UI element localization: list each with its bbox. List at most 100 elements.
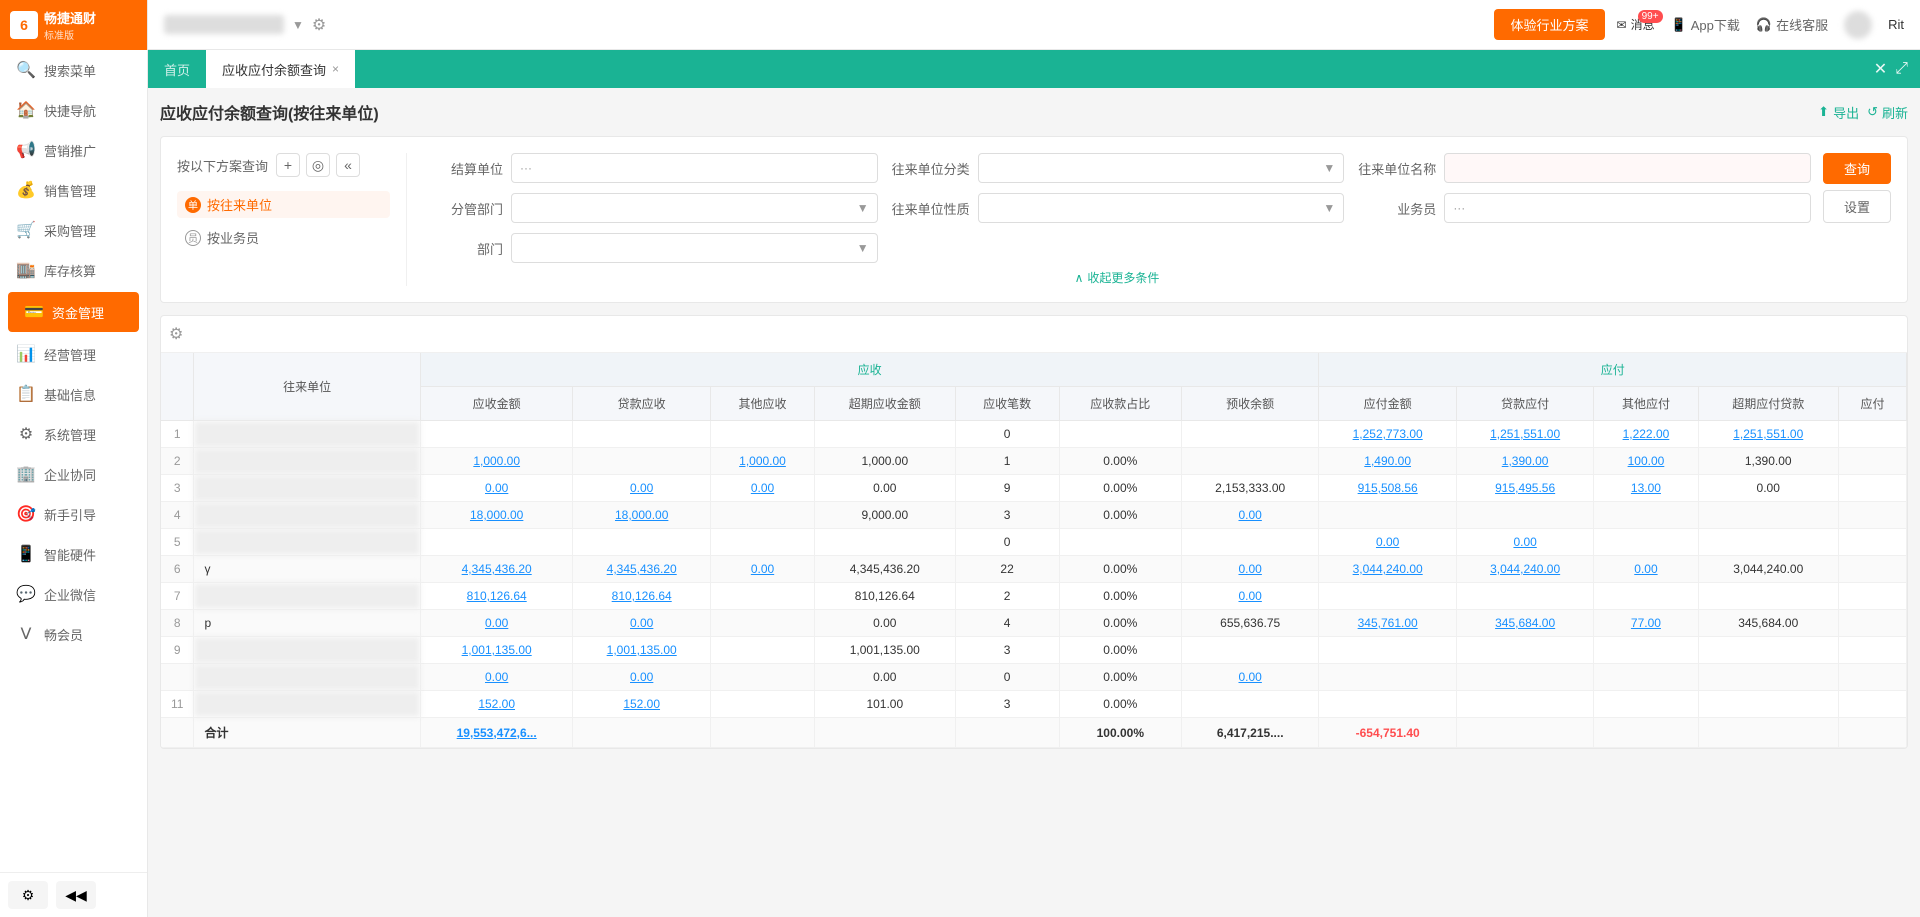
data-table: 往来单位 应收 应付 应收金额 贷款应收 其他应收 超期应收金额 应收笔数 应收… xyxy=(161,353,1907,748)
unit-nature-input[interactable]: ▼ xyxy=(978,193,1345,223)
other-ap[interactable]: 13.00 xyxy=(1594,475,1698,502)
other-ap[interactable]: 77.00 xyxy=(1594,610,1698,637)
sidebar-toggle-button[interactable]: ◀◀ xyxy=(56,881,96,909)
filter-nav-by-salesman[interactable]: 员 按业务员 xyxy=(177,224,390,251)
ap-amount[interactable]: 3,044,240.00 xyxy=(1319,556,1456,583)
prepaid[interactable]: 0.00 xyxy=(1181,556,1318,583)
filter-add-button[interactable]: + xyxy=(276,153,300,177)
sidebar-item-inventory[interactable]: 🏬 库存核算 xyxy=(0,250,147,290)
purchase-icon: 🛒 xyxy=(16,220,36,240)
ar-amount[interactable]: 0.00 xyxy=(420,664,573,691)
unit-name-input[interactable] xyxy=(1444,153,1811,183)
unit-category-input[interactable]: ▼ xyxy=(978,153,1345,183)
loan-ap[interactable]: 1,251,551.00 xyxy=(1456,421,1593,448)
query-button[interactable]: 查询 xyxy=(1823,153,1891,184)
sidebar-item-member[interactable]: Ⅴ 畅会员 xyxy=(0,614,147,654)
tab-query[interactable]: 应收应付余额查询 × xyxy=(206,50,355,88)
sidebar-item-marketing[interactable]: 📢 营销推广 xyxy=(0,130,147,170)
ap-amount[interactable]: 345,761.00 xyxy=(1319,610,1456,637)
ar-amount[interactable]: 1,001,135.00 xyxy=(420,637,573,664)
filter-settings-button[interactable]: ◎ xyxy=(306,153,330,177)
filter-collapse-area: ∧ 收起更多条件 xyxy=(423,269,1811,286)
table-settings-icon[interactable]: ⚙ xyxy=(169,324,183,344)
loan-ar[interactable]: 18,000.00 xyxy=(573,502,710,529)
ap-amount[interactable]: 0.00 xyxy=(1319,529,1456,556)
app-download-button[interactable]: 📱 App下载 xyxy=(1671,15,1740,34)
dept-input[interactable]: ▼ xyxy=(511,233,878,263)
collapse-more-button[interactable]: ∧ 收起更多条件 xyxy=(1075,269,1160,286)
loan-ar[interactable]: 1,001,135.00 xyxy=(573,637,710,664)
total-overdue-ar xyxy=(815,718,955,748)
other-ar[interactable]: 1,000.00 xyxy=(710,448,814,475)
filter-nav: 单 按往来单位 员 按业务员 xyxy=(177,191,390,251)
loan-ar[interactable]: 0.00 xyxy=(573,664,710,691)
guide-icon: 🎯 xyxy=(16,504,36,524)
refresh-button[interactable]: ↺ 刷新 xyxy=(1867,103,1908,122)
ar-amount[interactable]: 152.00 xyxy=(420,691,573,718)
ap-amount[interactable]: 915,508.56 xyxy=(1319,475,1456,502)
loan-ap[interactable]: 345,684.00 xyxy=(1456,610,1593,637)
loan-ap[interactable]: 3,044,240.00 xyxy=(1456,556,1593,583)
other-ap[interactable]: 1,222.00 xyxy=(1594,421,1698,448)
setting-button[interactable]: 设置 xyxy=(1823,190,1891,223)
prepaid[interactable]: 0.00 xyxy=(1181,502,1318,529)
loan-ap[interactable]: 1,390.00 xyxy=(1456,448,1593,475)
trial-button[interactable]: 体验行业方案 xyxy=(1494,9,1604,40)
th-ap-col: 应付 xyxy=(1838,387,1906,421)
overdue-ap[interactable]: 1,251,551.00 xyxy=(1698,421,1838,448)
export-button[interactable]: ⬆ 导出 xyxy=(1818,103,1859,122)
sidebar-settings-button[interactable]: ⚙ xyxy=(8,881,48,909)
filter-collapse-button[interactable]: « xyxy=(336,153,360,177)
sidebar-item-management[interactable]: 📊 经营管理 xyxy=(0,334,147,374)
ar-amount[interactable]: 0.00 xyxy=(420,610,573,637)
filter-nav-by-unit[interactable]: 单 按往来单位 xyxy=(177,191,390,218)
sidebar-item-label: 销售管理 xyxy=(44,181,96,200)
breadcrumb-gear-icon[interactable]: ⚙ xyxy=(312,15,326,35)
ar-amount[interactable]: 1,000.00 xyxy=(420,448,573,475)
other-ap[interactable]: 0.00 xyxy=(1594,556,1698,583)
other-ar[interactable]: 0.00 xyxy=(710,556,814,583)
loan-ar[interactable]: 4,345,436.20 xyxy=(573,556,710,583)
message-button[interactable]: ✉ 消息 99+ xyxy=(1617,16,1655,33)
sidebar-item-sales[interactable]: 💰 销售管理 xyxy=(0,170,147,210)
sidebar-item-basic-info[interactable]: 📋 基础信息 xyxy=(0,374,147,414)
other-ar[interactable]: 0.00 xyxy=(710,475,814,502)
dept-manager-input[interactable]: ▼ xyxy=(511,193,878,223)
sidebar-item-smart-hw[interactable]: 📱 智能硬件 xyxy=(0,534,147,574)
user-name[interactable]: Rit xyxy=(1888,17,1904,32)
loan-ar[interactable]: 152.00 xyxy=(573,691,710,718)
ar-amount[interactable]: 18,000.00 xyxy=(420,502,573,529)
ar-amount[interactable]: 4,345,436.20 xyxy=(420,556,573,583)
ap-amount[interactable]: 1,490.00 xyxy=(1319,448,1456,475)
ar-amount[interactable]: 810,126.64 xyxy=(420,583,573,610)
prepaid[interactable]: 0.00 xyxy=(1181,664,1318,691)
salesman-input[interactable]: ··· xyxy=(1444,193,1811,223)
overdue-ar: 9,000.00 xyxy=(815,502,955,529)
ar-amount[interactable]: 0.00 xyxy=(420,475,573,502)
loan-ap[interactable]: 915,495.56 xyxy=(1456,475,1593,502)
expand-window-icon[interactable]: ⤢ xyxy=(1895,60,1908,78)
sidebar-item-wechat[interactable]: 💬 企业微信 xyxy=(0,574,147,614)
sidebar-item-guide[interactable]: 🎯 新手引导 xyxy=(0,494,147,534)
total-ar-amount[interactable]: 19,553,472,6... xyxy=(420,718,573,748)
sidebar-item-finance[interactable]: 💳 资金管理 xyxy=(8,292,139,332)
sidebar-item-quick-nav[interactable]: 🏠 快捷导航 xyxy=(0,90,147,130)
settlement-unit-input[interactable]: ··· xyxy=(511,153,878,183)
loan-ar[interactable]: 0.00 xyxy=(573,475,710,502)
total-label-empty xyxy=(161,718,194,748)
page-title: 应收应付余额查询(按往来单位) xyxy=(160,100,379,124)
loan-ar[interactable]: 810,126.64 xyxy=(573,583,710,610)
loan-ap[interactable]: 0.00 xyxy=(1456,529,1593,556)
ap-amount[interactable]: 1,252,773.00 xyxy=(1319,421,1456,448)
prepaid[interactable]: 0.00 xyxy=(1181,583,1318,610)
tab-close-icon[interactable]: × xyxy=(332,62,339,76)
online-service-button[interactable]: 🎧 在线客服 xyxy=(1756,15,1828,34)
sidebar-item-search-menu[interactable]: 🔍 搜索菜单 xyxy=(0,50,147,90)
other-ap[interactable]: 100.00 xyxy=(1594,448,1698,475)
loan-ar[interactable]: 0.00 xyxy=(573,610,710,637)
sidebar-item-enterprise[interactable]: 🏢 企业协同 xyxy=(0,454,147,494)
tab-home[interactable]: 首页 xyxy=(148,50,206,88)
sidebar-item-purchase[interactable]: 🛒 采购管理 xyxy=(0,210,147,250)
close-window-icon[interactable]: ✕ xyxy=(1874,59,1887,79)
sidebar-item-system[interactable]: ⚙ 系统管理 xyxy=(0,414,147,454)
